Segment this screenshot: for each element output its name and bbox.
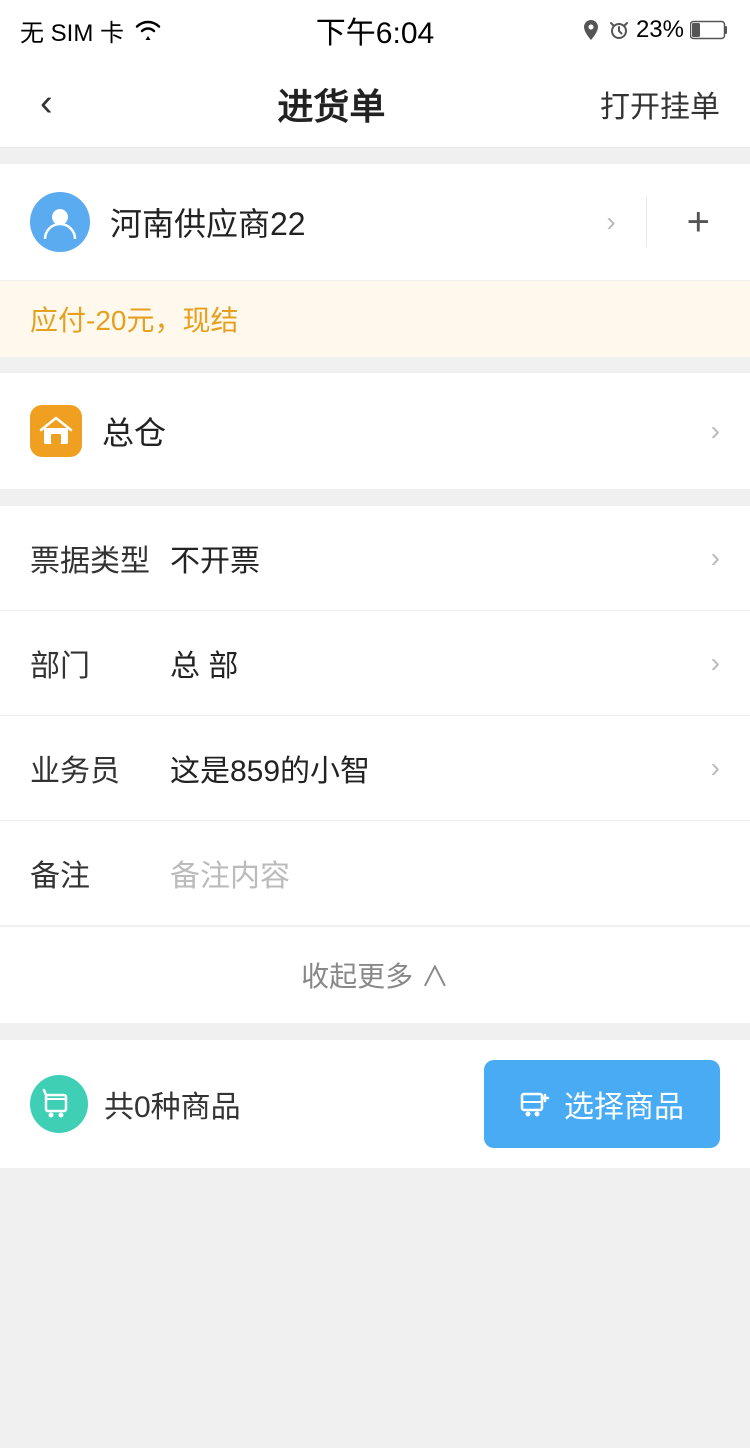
warehouse-name: 总仓 bbox=[102, 408, 711, 454]
supplier-avatar bbox=[30, 192, 90, 252]
collapse-label: 收起更多 ∧ bbox=[301, 961, 449, 992]
select-product-icon bbox=[520, 1088, 552, 1120]
status-bar: 无 SIM 卡 下午6:04 23% bbox=[0, 0, 750, 60]
battery-icon bbox=[690, 19, 730, 41]
bottom-bar: 共0种商品 选择商品 bbox=[0, 1039, 750, 1168]
select-product-button[interactable]: 选择商品 bbox=[484, 1060, 720, 1148]
back-button[interactable]: ‹ bbox=[30, 72, 63, 135]
remark-label: 备注 bbox=[30, 851, 170, 895]
select-product-label: 选择商品 bbox=[564, 1082, 684, 1126]
carrier-text: 无 SIM 卡 bbox=[20, 13, 124, 48]
remark-row[interactable]: 备注 备注内容 bbox=[0, 821, 750, 926]
supplier-row[interactable]: 河南供应商22 › + bbox=[0, 164, 750, 281]
collapse-button[interactable]: 收起更多 ∧ bbox=[0, 926, 750, 1023]
battery-percent: 23% bbox=[636, 16, 684, 44]
cart-icon bbox=[42, 1087, 76, 1121]
salesperson-row[interactable]: 业务员 这是859的小智 › bbox=[0, 716, 750, 821]
salesperson-chevron-icon: › bbox=[711, 752, 720, 784]
warehouse-section: 总仓 › bbox=[0, 373, 750, 490]
gap4 bbox=[0, 1023, 750, 1039]
status-time: 下午6:04 bbox=[316, 8, 434, 52]
remark-input[interactable]: 备注内容 bbox=[170, 851, 720, 895]
invoice-type-label: 票据类型 bbox=[30, 536, 170, 580]
warehouse-chevron-icon: › bbox=[711, 415, 720, 447]
gap3 bbox=[0, 490, 750, 506]
open-pending-button[interactable]: 打开挂单 bbox=[600, 82, 720, 126]
gap2 bbox=[0, 357, 750, 373]
department-value: 总 部 bbox=[170, 641, 711, 685]
add-supplier-button[interactable]: + bbox=[677, 200, 720, 245]
product-count-text: 共0种商品 bbox=[104, 1082, 241, 1126]
invoice-type-chevron-icon: › bbox=[711, 542, 720, 574]
warehouse-row[interactable]: 总仓 › bbox=[0, 373, 750, 490]
product-icon-bg bbox=[30, 1075, 88, 1133]
salesperson-label: 业务员 bbox=[30, 746, 170, 790]
supplier-chevron-icon: › bbox=[606, 206, 615, 238]
wifi-icon bbox=[132, 18, 164, 42]
department-label: 部门 bbox=[30, 641, 170, 685]
supplier-name: 河南供应商22 bbox=[110, 199, 606, 245]
gap1 bbox=[0, 148, 750, 164]
invoice-type-value: 不开票 bbox=[170, 536, 711, 580]
invoice-type-row[interactable]: 票据类型 不开票 › bbox=[0, 506, 750, 611]
nav-bar: ‹ 进货单 打开挂单 bbox=[0, 60, 750, 148]
department-chevron-icon: › bbox=[711, 647, 720, 679]
notice-banner: 应付-20元，现结 bbox=[0, 281, 750, 357]
alarm-icon bbox=[608, 18, 630, 42]
location-icon bbox=[580, 18, 602, 42]
vertical-divider bbox=[646, 197, 647, 247]
person-icon bbox=[41, 203, 79, 241]
status-right-icons: 23% bbox=[580, 16, 730, 44]
department-row[interactable]: 部门 总 部 › bbox=[0, 611, 750, 716]
supplier-section: 河南供应商22 › + 应付-20元，现结 bbox=[0, 164, 750, 357]
warehouse-icon bbox=[39, 414, 73, 448]
notice-text: 应付-20元，现结 bbox=[30, 305, 238, 336]
page-title: 进货单 bbox=[277, 78, 385, 130]
fields-section: 票据类型 不开票 › 部门 总 部 › 业务员 这是859的小智 › 备注 备注… bbox=[0, 506, 750, 1023]
page-background bbox=[0, 1168, 750, 1448]
status-carrier: 无 SIM 卡 bbox=[20, 13, 164, 48]
warehouse-icon-bg bbox=[30, 405, 82, 457]
product-info: 共0种商品 bbox=[30, 1075, 241, 1133]
salesperson-value: 这是859的小智 bbox=[170, 746, 711, 790]
